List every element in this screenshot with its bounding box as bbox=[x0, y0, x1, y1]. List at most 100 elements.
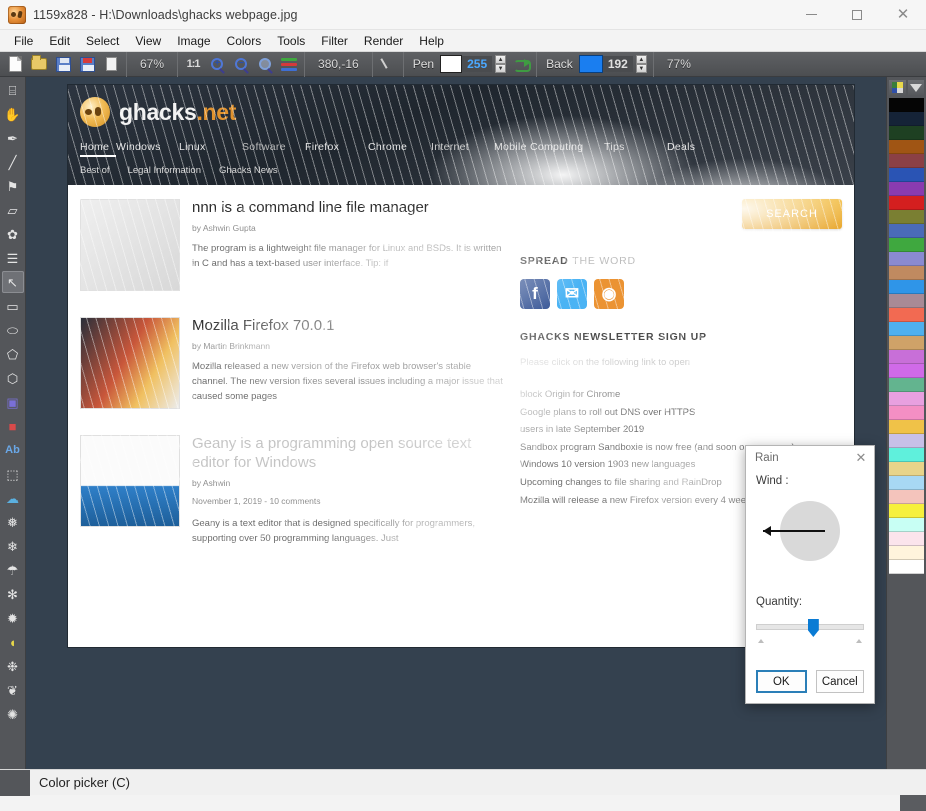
nav2-ghacks-news[interactable]: Ghacks News bbox=[219, 165, 278, 176]
color-swatch[interactable] bbox=[889, 378, 924, 392]
twitter-icon[interactable]: ✉ bbox=[557, 279, 587, 309]
color-swatch[interactable] bbox=[889, 308, 924, 322]
tool-rectangle[interactable]: ▭ bbox=[2, 295, 24, 317]
zoom-level-value[interactable]: 67% bbox=[130, 57, 174, 71]
color-swatch[interactable] bbox=[889, 98, 924, 112]
tool-rain[interactable]: ☂ bbox=[2, 559, 24, 581]
tool-transform[interactable]: ⬚ bbox=[2, 463, 24, 485]
close-button[interactable]: ✕ bbox=[880, 0, 926, 30]
nav-linux[interactable]: Linux bbox=[179, 141, 242, 157]
zoom-in-button[interactable]: + bbox=[207, 54, 227, 74]
tool-eyedropper[interactable]: ✒ bbox=[2, 127, 24, 149]
color-swatch[interactable] bbox=[889, 154, 924, 168]
menu-filter[interactable]: Filter bbox=[313, 31, 356, 51]
tool-smudge[interactable]: ✿ bbox=[2, 223, 24, 245]
color-swatch[interactable] bbox=[889, 224, 924, 238]
color-swatch[interactable] bbox=[889, 420, 924, 434]
primary-color-swatch[interactable] bbox=[440, 55, 463, 73]
menu-image[interactable]: Image bbox=[169, 31, 218, 51]
article-title[interactable]: Mozilla Firefox 70.0.1 bbox=[192, 317, 506, 336]
color-swatch[interactable] bbox=[889, 560, 924, 574]
menu-view[interactable]: View bbox=[127, 31, 169, 51]
nav-tips[interactable]: Tips bbox=[604, 141, 667, 157]
news-item[interactable]: Google plans to roll out DNS over HTTPS bbox=[520, 404, 842, 422]
tool-ellipse[interactable]: ⬭ bbox=[2, 319, 24, 341]
save-button[interactable] bbox=[53, 54, 73, 74]
color-swatch[interactable] bbox=[889, 364, 924, 378]
secondary-color-swatch[interactable] bbox=[578, 55, 603, 73]
color-swatch[interactable] bbox=[889, 490, 924, 504]
color-swatch[interactable] bbox=[889, 210, 924, 224]
secondary-alpha-stepper[interactable]: ▲ ▼ bbox=[635, 55, 647, 73]
color-swatch[interactable] bbox=[889, 448, 924, 462]
color-swatch[interactable] bbox=[889, 322, 924, 336]
nav-deals[interactable]: Deals bbox=[667, 141, 730, 157]
tool-gradient[interactable]: ▣ bbox=[2, 391, 24, 413]
facebook-icon[interactable]: f bbox=[520, 279, 550, 309]
quantity-slider[interactable] bbox=[756, 619, 864, 637]
open-button[interactable] bbox=[29, 54, 49, 74]
tool-stamp[interactable]: ☰ bbox=[2, 247, 24, 269]
nav-mobile-computing[interactable]: Mobile Computing bbox=[494, 141, 604, 157]
color-swatch[interactable] bbox=[889, 336, 924, 350]
color-swatch[interactable] bbox=[889, 126, 924, 140]
nav2-best-of[interactable]: Best of bbox=[80, 165, 110, 176]
primary-alpha-stepper[interactable]: ▲ ▼ bbox=[495, 55, 507, 73]
zoom-out-button[interactable]: − bbox=[231, 54, 251, 74]
tool-blur[interactable]: ✺ bbox=[2, 703, 24, 725]
palette-picker-button[interactable] bbox=[889, 80, 906, 95]
article-title[interactable]: nnn is a command line file manager bbox=[192, 199, 506, 218]
color-swatch[interactable] bbox=[889, 112, 924, 126]
nav-software[interactable]: Software bbox=[242, 141, 305, 157]
layers-button[interactable] bbox=[279, 54, 299, 74]
menu-help[interactable]: Help bbox=[411, 31, 452, 51]
tool-lighting[interactable]: ◖ bbox=[2, 631, 24, 653]
tool-sparkle[interactable]: ✹ bbox=[2, 607, 24, 629]
tool-paintbrush[interactable]: ╱ bbox=[2, 151, 24, 173]
tool-fill-color[interactable]: ■ bbox=[2, 415, 24, 437]
tool-pan-hand[interactable]: ✋ bbox=[2, 103, 24, 125]
nav-firefox[interactable]: Firefox bbox=[305, 141, 368, 157]
tool-paint-bucket[interactable]: ⚑ bbox=[2, 175, 24, 197]
save-all-button[interactable] bbox=[77, 54, 97, 74]
color-swatch[interactable] bbox=[889, 476, 924, 490]
color-swatch[interactable] bbox=[889, 182, 924, 196]
palette-dropdown-button[interactable] bbox=[907, 80, 924, 95]
nav2-legal-information[interactable]: Legal Information bbox=[128, 165, 201, 176]
article-item[interactable]: Mozilla Firefox 70.0.1 by Martin Brinkma… bbox=[80, 317, 506, 409]
nav-internet[interactable]: Internet bbox=[431, 141, 494, 157]
color-swatch[interactable] bbox=[889, 532, 924, 546]
rain-dialog-close-button[interactable]: ✕ bbox=[848, 446, 874, 470]
nav-windows[interactable]: Windows bbox=[116, 141, 179, 157]
color-swatch[interactable] bbox=[889, 350, 924, 364]
tool-callout[interactable]: ⬡ bbox=[2, 367, 24, 389]
nav-chrome[interactable]: Chrome bbox=[368, 141, 431, 157]
secondary-alpha-value[interactable]: 192 bbox=[602, 56, 633, 72]
color-swatch[interactable] bbox=[889, 196, 924, 210]
menu-file[interactable]: File bbox=[6, 31, 41, 51]
news-item[interactable]: block Origin for Chrome bbox=[520, 386, 842, 404]
image-canvas[interactable]: ghacks.net Home Windows Linux Software F… bbox=[68, 85, 854, 647]
tool-distort[interactable]: ❦ bbox=[2, 679, 24, 701]
color-swatch[interactable] bbox=[889, 252, 924, 266]
tool-eraser[interactable]: ▱ bbox=[2, 199, 24, 221]
color-swatch[interactable] bbox=[889, 392, 924, 406]
quantity-slider-thumb[interactable] bbox=[807, 619, 819, 637]
article-title[interactable]: Geany is a programming open source text … bbox=[192, 435, 506, 473]
swap-colors-button[interactable] bbox=[511, 54, 532, 74]
menu-edit[interactable]: Edit bbox=[41, 31, 78, 51]
tool-snow[interactable]: ❄ bbox=[2, 535, 24, 557]
rss-icon[interactable]: ◉ bbox=[594, 279, 624, 309]
brush-button[interactable] bbox=[378, 54, 398, 74]
minimize-button[interactable] bbox=[788, 0, 834, 30]
copy-button[interactable] bbox=[101, 54, 121, 74]
tool-text[interactable]: Ab bbox=[2, 439, 24, 461]
tool-spray[interactable]: ☁ bbox=[2, 487, 24, 509]
menu-colors[interactable]: Colors bbox=[219, 31, 270, 51]
tool-cloud-brush[interactable]: ❅ bbox=[2, 511, 24, 533]
tool-crop[interactable]: ⌸ bbox=[2, 79, 24, 101]
nav-home[interactable]: Home bbox=[80, 141, 116, 157]
color-swatch[interactable] bbox=[889, 434, 924, 448]
opacity-value[interactable]: 77% bbox=[657, 57, 701, 71]
zoom-fit-button[interactable]: 1:1 bbox=[183, 54, 203, 74]
